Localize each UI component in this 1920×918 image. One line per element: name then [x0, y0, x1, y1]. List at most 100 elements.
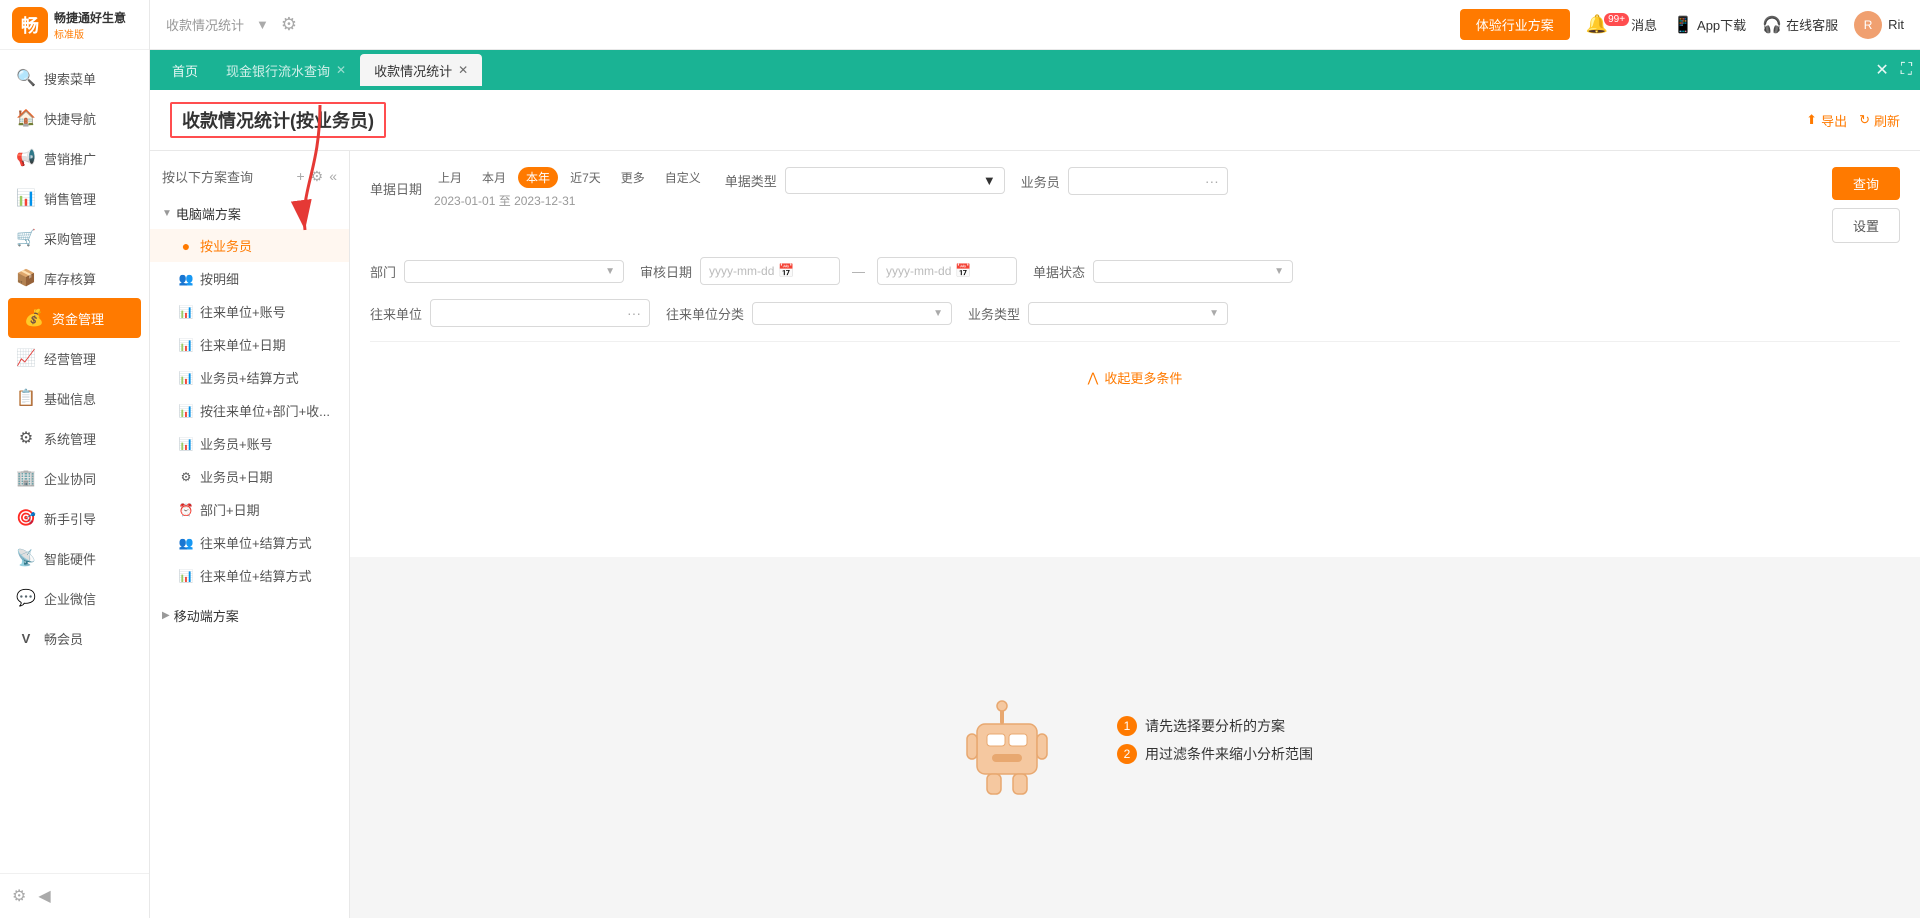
scheme-item-dept-date[interactable]: ⏰ 部门+日期 — [150, 493, 349, 526]
scheme-collapse-icon[interactable]: « — [329, 168, 337, 185]
edition-badge: 标准版 — [54, 26, 126, 41]
page-title: 收款情况统计(按业务员) — [170, 102, 386, 138]
tab-bar: 首页 现金银行流水查询 ✕ 收款情况统计 ✕ ✕ ⛶ — [150, 50, 1920, 90]
doc-type-select[interactable]: ▼ — [785, 167, 1005, 194]
smarthw-icon: 📡 — [16, 548, 36, 568]
sidebar-item-sales[interactable]: 📊 销售管理 — [0, 178, 149, 218]
scheme-header-label: 按以下方案查询 — [162, 167, 253, 186]
doc-status-label: 单据状态 — [1033, 262, 1085, 281]
tab-collection-stats-close[interactable]: ✕ — [458, 63, 468, 77]
scheme-items-pc: ● 按业务员 👥 按明细 📊 往来单位+账号 📊 往来单位+日期 — [150, 229, 349, 592]
sidebar-item-label: 搜索菜单 — [44, 69, 96, 88]
scheme-item-label: 往来单位+账号 — [200, 302, 286, 321]
sidebar-item-smarthw[interactable]: 📡 智能硬件 — [0, 538, 149, 578]
tab-expand-btn[interactable]: ⛶ — [1901, 60, 1912, 80]
counterpart-more-icon[interactable]: ··· — [627, 305, 641, 321]
sidebar-item-marketing[interactable]: 📢 营销推广 — [0, 138, 149, 178]
notification-area[interactable]: 🔔 99+ 消息 — [1586, 14, 1657, 35]
pc-group-label: 电脑端方案 — [176, 204, 241, 223]
sidebar-item-enterprise[interactable]: 🏢 企业协同 — [0, 458, 149, 498]
header-right: 体验行业方案 🔔 99+ 消息 📱 App下载 🎧 在线客服 R Rit — [1460, 9, 1904, 40]
date-tab-custom[interactable]: 自定义 — [657, 167, 709, 188]
dept-date-icon: ⏰ — [178, 502, 194, 518]
sidebar-item-basic-info[interactable]: 📋 基础信息 — [0, 378, 149, 418]
date-tab-more[interactable]: 更多 — [613, 167, 653, 188]
empty-robot-icon — [957, 684, 1057, 804]
sidebar-item-purchase[interactable]: 🛒 采购管理 — [0, 218, 149, 258]
tab-bar-right: ✕ ⛶ — [1875, 60, 1912, 80]
collapse-row: ⋀ 收起更多条件 — [370, 341, 1900, 395]
footer-settings-icon[interactable]: ⚙ — [12, 886, 26, 906]
counterpart-select[interactable]: ··· — [430, 299, 650, 327]
mobile-group-label: 移动端方案 — [174, 606, 239, 625]
dept-select[interactable]: ▼ — [404, 260, 624, 283]
biz-type-select[interactable]: ▼ — [1028, 302, 1228, 325]
sidebar-item-guide[interactable]: 🎯 新手引导 — [0, 498, 149, 538]
refresh-btn[interactable]: ↻ 刷新 — [1859, 111, 1900, 130]
footer-collapse-icon[interactable]: ◀ — [38, 886, 50, 906]
sidebar: 畅 畅捷通好生意 标准版 🔍 搜索菜单 🏠 快捷导航 📢 营销推广 📊 销售管理… — [0, 0, 150, 918]
query-btn[interactable]: 查询 — [1832, 167, 1900, 200]
audit-date-start[interactable]: yyyy-mm-dd 📅 — [700, 257, 840, 285]
sidebar-item-wechat[interactable]: 💬 企业微信 — [0, 578, 149, 618]
export-btn[interactable]: ⬆ 导出 — [1806, 111, 1847, 130]
sidebar-item-inventory[interactable]: 📦 库存核算 — [0, 258, 149, 298]
scheme-add-icon[interactable]: + — [296, 168, 304, 185]
filter-settings-btn[interactable]: 设置 — [1832, 208, 1900, 243]
tab-close-all-btn[interactable]: ✕ — [1875, 60, 1888, 80]
finance-icon: 💰 — [24, 308, 44, 328]
salesperson-select[interactable]: ··· — [1068, 167, 1228, 195]
filter-area: 单据日期 上月 本月 本年 近7天 更多 自定义 2023-01-01 至 20… — [350, 151, 1920, 557]
header-dropdown-icon[interactable]: ▼ — [256, 17, 269, 32]
scheme-item-by-salesperson[interactable]: ● 按业务员 — [150, 229, 349, 262]
sidebar-item-system[interactable]: ⚙ 系统管理 — [0, 418, 149, 458]
scheme-group-pc-title[interactable]: ▼ 电脑端方案 — [150, 198, 349, 229]
doc-status-select[interactable]: ▼ — [1093, 260, 1293, 283]
filter-row-2: 部门 ▼ 审核日期 yyyy-mm-dd 📅 — — [370, 257, 1900, 285]
scheme-item-counterpart-date[interactable]: 📊 往来单位+日期 — [150, 328, 349, 361]
scheme-group-mobile-title[interactable]: ▶ 移动端方案 — [150, 600, 349, 631]
date-tab-this-month[interactable]: 本月 — [474, 167, 514, 188]
date-tab-last-month[interactable]: 上月 — [430, 167, 470, 188]
salesperson-more-icon[interactable]: ··· — [1205, 173, 1219, 189]
scheme-item-counterpart-settle1[interactable]: 👥 往来单位+结算方式 — [150, 526, 349, 559]
scheme-item-salesperson-settle[interactable]: 📊 业务员+结算方式 — [150, 361, 349, 394]
user-area[interactable]: R Rit — [1854, 11, 1904, 39]
app-download-area[interactable]: 📱 App下载 — [1673, 15, 1746, 35]
date-tab-last7[interactable]: 近7天 — [562, 167, 609, 188]
scheme-item-label: 往来单位+结算方式 — [200, 566, 312, 585]
scheme-item-counterpart-settle2[interactable]: 📊 往来单位+结算方式 — [150, 559, 349, 592]
scheme-item-salesperson-account[interactable]: 📊 业务员+账号 — [150, 427, 349, 460]
sidebar-item-label: 库存核算 — [44, 269, 96, 288]
scheme-settings-icon[interactable]: ⚙ — [311, 168, 324, 185]
sidebar-item-quicknav[interactable]: 🏠 快捷导航 — [0, 98, 149, 138]
counterpart-category-select[interactable]: ▼ — [752, 302, 952, 325]
logo-area: 畅 畅捷通好生意 标准版 — [0, 0, 149, 50]
online-service-area[interactable]: 🎧 在线客服 — [1762, 15, 1838, 35]
date-filter-item: 单据日期 上月 本月 本年 近7天 更多 自定义 2023-01-01 至 20… — [370, 167, 709, 209]
sidebar-item-search[interactable]: 🔍 搜索菜单 — [0, 58, 149, 98]
tab-bank-flow-close[interactable]: ✕ — [336, 63, 346, 77]
sidebar-item-finance[interactable]: 💰 资金管理 — [8, 298, 141, 338]
tab-home[interactable]: 首页 — [158, 54, 212, 86]
audit-date-end[interactable]: yyyy-mm-dd 📅 — [877, 257, 1017, 285]
doc-type-chevron: ▼ — [983, 173, 996, 188]
tab-bank-flow[interactable]: 现金银行流水查询 ✕ — [212, 54, 360, 86]
sidebar-item-label: 销售管理 — [44, 189, 96, 208]
trial-btn[interactable]: 体验行业方案 — [1460, 9, 1570, 40]
marketing-icon: 📢 — [16, 148, 36, 168]
date-tab-this-year[interactable]: 本年 — [518, 167, 558, 188]
tab-collection-stats[interactable]: 收款情况统计 ✕ — [360, 54, 482, 86]
doc-type-label: 单据类型 — [725, 171, 777, 190]
sidebar-item-member[interactable]: V 畅会员 — [0, 618, 149, 658]
sidebar-item-operations[interactable]: 📈 经营管理 — [0, 338, 149, 378]
scheme-item-salesperson-date[interactable]: ⚙ 业务员+日期 — [150, 460, 349, 493]
scheme-item-by-detail[interactable]: 👥 按明细 — [150, 262, 349, 295]
counterpart-settle2-icon: 📊 — [178, 568, 194, 584]
header-settings-btn[interactable]: ⚙ — [281, 14, 297, 35]
scheme-item-by-counterpart-dept[interactable]: 📊 按往来单位+部门+收... — [150, 394, 349, 427]
collapse-btn[interactable]: ⋀ 收起更多条件 — [1080, 360, 1191, 395]
scheme-item-label: 业务员+结算方式 — [200, 368, 299, 387]
salesperson-settle-icon: 📊 — [178, 370, 194, 386]
scheme-item-counterpart-account[interactable]: 📊 往来单位+账号 — [150, 295, 349, 328]
